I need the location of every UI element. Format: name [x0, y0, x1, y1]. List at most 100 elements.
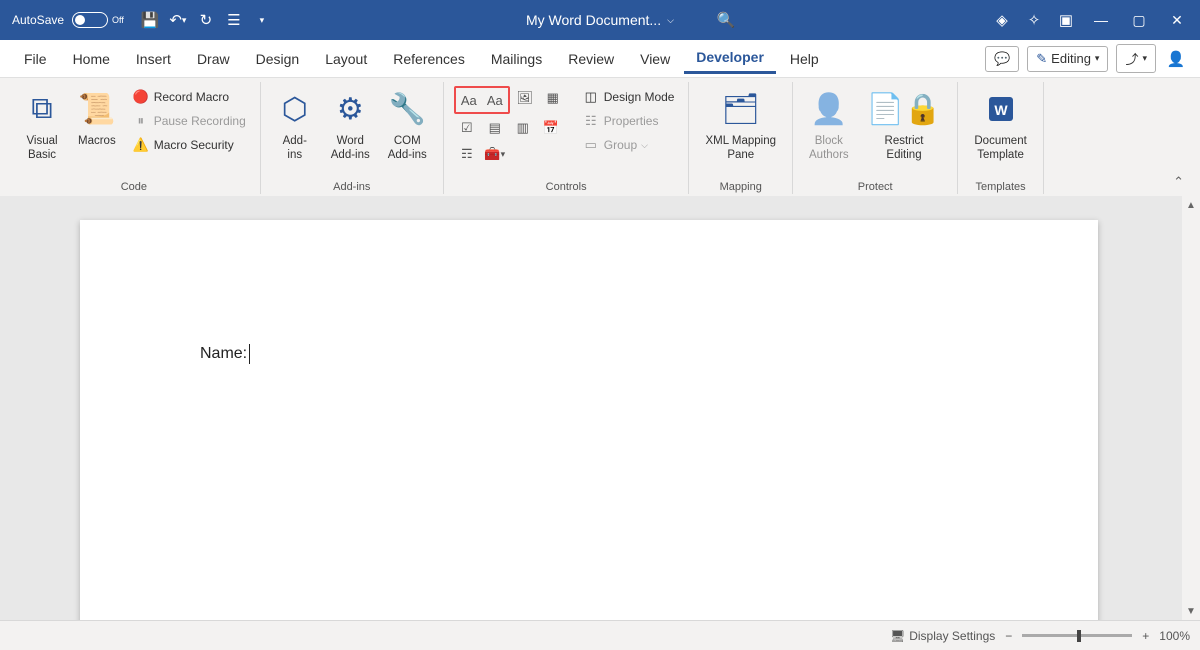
- restrict-editing-icon: 📄🔒: [867, 88, 942, 130]
- redo-icon[interactable]: ↻: [194, 8, 218, 32]
- tab-help[interactable]: Help: [778, 45, 831, 73]
- addins-label: Add-ins: [283, 134, 307, 163]
- document-title-text: My Word Document...: [526, 12, 661, 28]
- zoom-level[interactable]: 100%: [1159, 629, 1190, 643]
- diamond-icon[interactable]: ◈: [990, 8, 1014, 32]
- block-authors-button[interactable]: 👤BlockAuthors: [803, 86, 855, 176]
- share-button[interactable]: ⤴▾: [1116, 44, 1156, 73]
- user-icon[interactable]: 👤: [1164, 47, 1188, 71]
- search-icon[interactable]: 🔍: [714, 8, 738, 32]
- word-addins-label: WordAdd-ins: [331, 134, 370, 163]
- group-protect: 👤BlockAuthors 📄🔒RestrictEditing Protect: [793, 82, 958, 194]
- zoom-in-button[interactable]: +: [1142, 629, 1149, 643]
- zoom-slider[interactable]: [1022, 634, 1132, 637]
- checkbox-control-button[interactable]: ☑: [454, 116, 480, 140]
- qat-customize-icon[interactable]: ▾: [250, 8, 274, 32]
- display-settings-button[interactable]: 🖥 Display Settings: [890, 629, 995, 643]
- record-macro-label: Record Macro: [154, 90, 229, 104]
- display-settings-label: Display Settings: [909, 629, 995, 643]
- pause-icon: ⏸: [132, 112, 150, 130]
- scroll-up-icon[interactable]: ▲: [1182, 196, 1200, 214]
- building-block-control-button[interactable]: ▦: [540, 86, 566, 110]
- design-mode-label: Design Mode: [604, 90, 675, 104]
- com-addins-icon: 🔧: [389, 88, 426, 130]
- tab-view[interactable]: View: [628, 45, 682, 73]
- autosave-label: AutoSave: [8, 13, 68, 27]
- tab-home[interactable]: Home: [61, 45, 122, 73]
- addins-button[interactable]: ⬡ Add-ins: [271, 86, 319, 176]
- scroll-down-icon[interactable]: ▼: [1182, 602, 1200, 620]
- group-menu-label: Group: [604, 138, 637, 152]
- title-right: ◈ ✧ ▣ — ▢ ✕: [990, 5, 1192, 35]
- editing-mode-button[interactable]: ✎Editing▾: [1027, 46, 1108, 72]
- comments-button[interactable]: 💬: [985, 46, 1019, 72]
- tab-draw[interactable]: Draw: [185, 45, 242, 73]
- tab-file[interactable]: File: [12, 45, 59, 73]
- collapse-ribbon-button[interactable]: ⌃: [1165, 170, 1192, 194]
- document-area: Name: ▲ ▼: [0, 196, 1200, 620]
- group-addins: ⬡ Add-ins ⚙WordAdd-ins 🔧COMAdd-ins Add-in…: [261, 82, 444, 194]
- macros-icon: 📜: [78, 88, 115, 130]
- maximize-button[interactable]: ▢: [1124, 5, 1154, 35]
- restrict-editing-button[interactable]: 📄🔒 RestrictEditing: [861, 86, 948, 176]
- picture-control-button[interactable]: 🖼: [512, 86, 538, 110]
- dropdown-list-control-button[interactable]: ▥: [510, 116, 536, 140]
- restrict-editing-label: RestrictEditing: [885, 134, 924, 163]
- tab-review[interactable]: Review: [556, 45, 626, 73]
- properties-icon: ☷: [582, 112, 600, 130]
- group-code: ⧉ VisualBasic 📜 Macros 🔴 Record Macro ⏸Pa…: [8, 82, 261, 194]
- com-addins-button[interactable]: 🔧COMAdd-ins: [382, 86, 433, 176]
- controls-group-label: Controls: [546, 178, 587, 194]
- title-bar: AutoSave Off 💾 ↶▾ ↻ ☰ ▾ My Word Document…: [0, 0, 1200, 40]
- record-macro-button[interactable]: 🔴 Record Macro: [128, 86, 250, 108]
- plain-text-control-button[interactable]: Aa: [482, 88, 508, 112]
- macro-security-label: Macro Security: [154, 138, 234, 152]
- macro-security-button[interactable]: ⚠️ Macro Security: [128, 134, 250, 156]
- xml-mapping-label: XML MappingPane: [705, 134, 776, 163]
- display-settings-icon: 🖥: [890, 629, 905, 643]
- status-bar: 🖥 Display Settings − + 100%: [0, 620, 1200, 650]
- warning-icon: ⚠️: [132, 136, 150, 154]
- design-mode-icon: ◫: [582, 88, 600, 106]
- tab-insert[interactable]: Insert: [124, 45, 183, 73]
- addins-group-label: Add-ins: [333, 178, 370, 194]
- close-button[interactable]: ✕: [1162, 5, 1192, 35]
- document-template-button[interactable]: WDocumentTemplate: [968, 86, 1032, 176]
- qat-icon[interactable]: ☰: [222, 8, 246, 32]
- wand-icon[interactable]: ✧: [1022, 8, 1046, 32]
- app-icon[interactable]: ▣: [1054, 8, 1078, 32]
- tab-design[interactable]: Design: [244, 45, 312, 73]
- document-title[interactable]: My Word Document...⌵: [526, 12, 674, 28]
- combo-box-control-button[interactable]: ▤: [482, 116, 508, 140]
- group-mapping: 🗂XML MappingPane Mapping: [689, 82, 793, 194]
- word-addins-button[interactable]: ⚙WordAdd-ins: [325, 86, 376, 176]
- date-picker-control-button[interactable]: 📅: [538, 116, 564, 140]
- code-group-label: Code: [121, 178, 147, 194]
- visual-basic-button[interactable]: ⧉ VisualBasic: [18, 86, 66, 176]
- autosave-toggle[interactable]: [72, 12, 108, 28]
- rich-text-control-button[interactable]: Aa: [456, 88, 482, 112]
- editing-label: Editing: [1051, 51, 1091, 66]
- tab-layout[interactable]: Layout: [313, 45, 379, 73]
- xml-mapping-button[interactable]: 🗂XML MappingPane: [699, 86, 782, 176]
- zoom-out-button[interactable]: −: [1005, 629, 1012, 643]
- tab-mailings[interactable]: Mailings: [479, 45, 554, 73]
- document-text: Name:: [200, 344, 250, 364]
- design-mode-button[interactable]: ◫ Design Mode: [578, 86, 679, 108]
- record-icon: 🔴: [132, 88, 150, 106]
- undo-icon[interactable]: ↶▾: [166, 8, 190, 32]
- properties-button: ☷Properties: [578, 110, 679, 132]
- legacy-tools-button[interactable]: 🧰▾: [482, 142, 508, 166]
- macros-button[interactable]: 📜 Macros: [72, 86, 122, 176]
- repeating-section-control-button[interactable]: ☶: [454, 142, 480, 166]
- page[interactable]: Name:: [80, 220, 1098, 620]
- document-template-icon: W: [985, 88, 1017, 130]
- vertical-scrollbar[interactable]: ▲ ▼: [1182, 196, 1200, 620]
- addins-icon: ⬡: [282, 88, 308, 130]
- save-icon[interactable]: 💾: [138, 8, 162, 32]
- minimize-button[interactable]: —: [1086, 5, 1116, 35]
- tab-developer[interactable]: Developer: [684, 43, 776, 74]
- tab-references[interactable]: References: [381, 45, 477, 73]
- pause-recording-button: ⏸Pause Recording: [128, 110, 250, 132]
- macros-label: Macros: [78, 134, 116, 148]
